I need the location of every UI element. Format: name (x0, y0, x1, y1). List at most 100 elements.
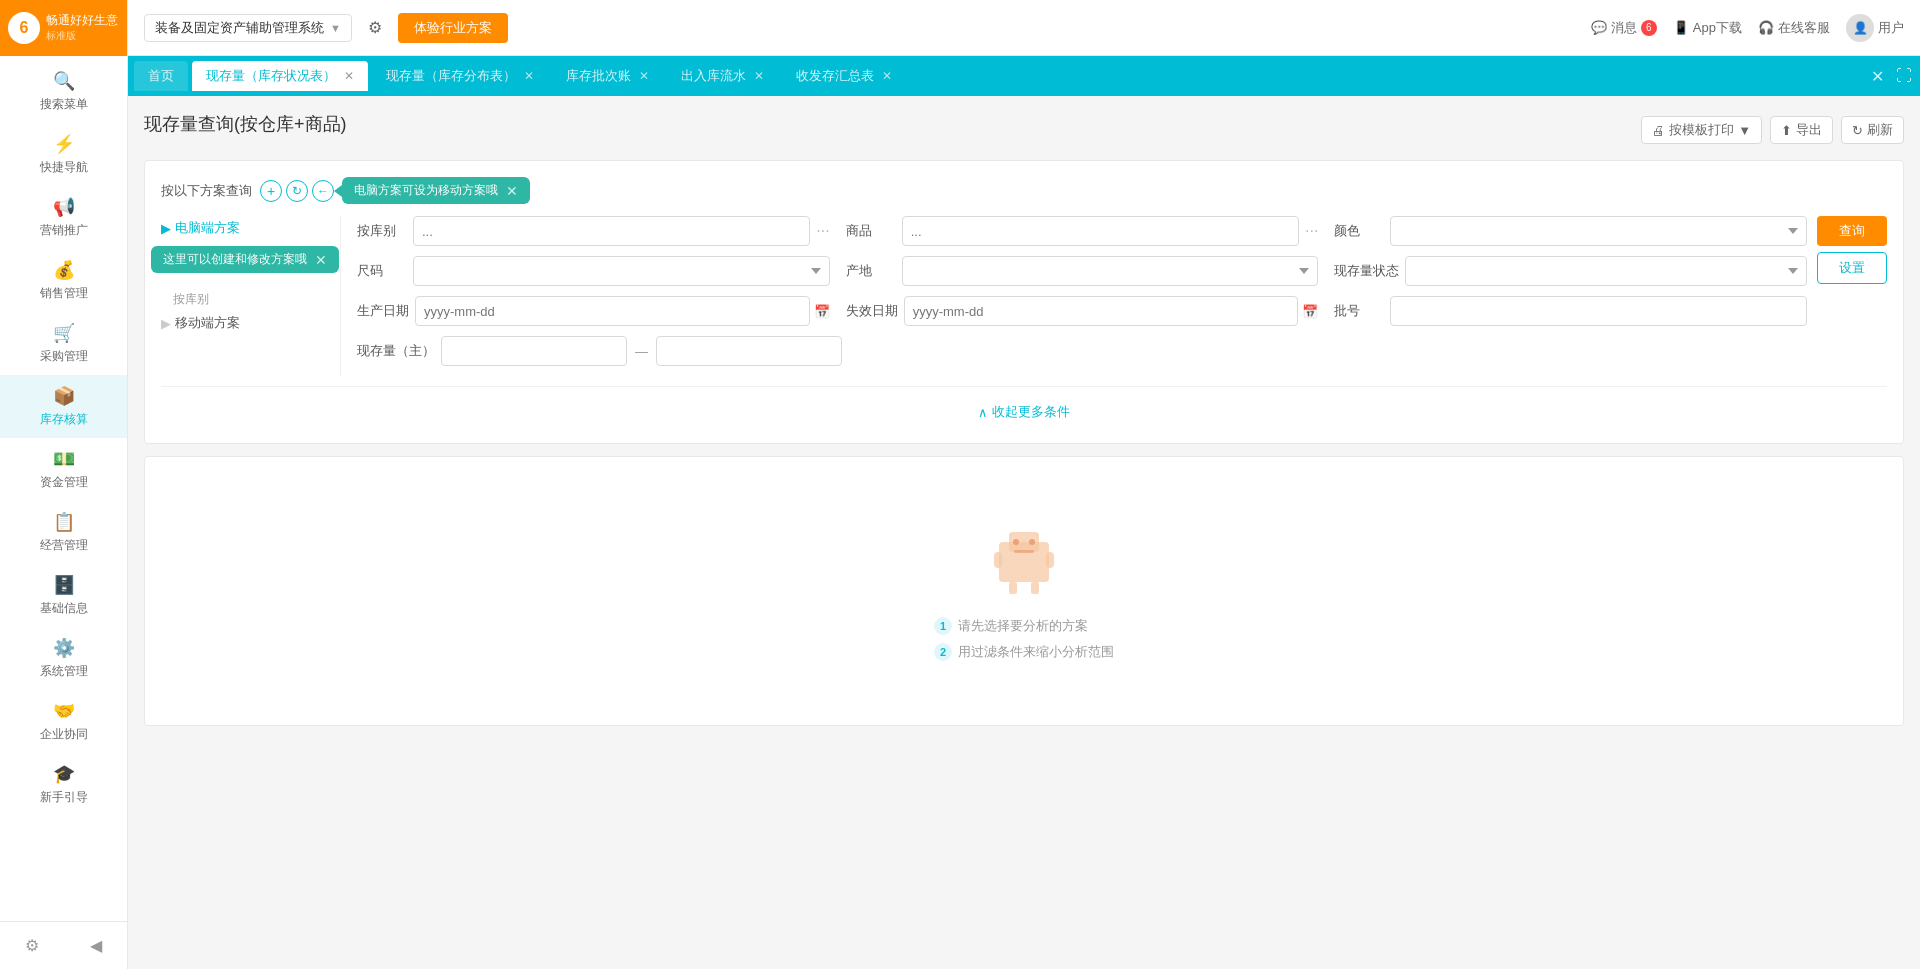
sidebar-item-finance[interactable]: 💵 资金管理 (0, 438, 127, 501)
export-btn[interactable]: ⬆ 导出 (1770, 116, 1833, 144)
sidebar-item-sales[interactable]: 💰 销售管理 (0, 249, 127, 312)
tab-close-icon[interactable]: ✕ (524, 69, 534, 83)
prod-date-input[interactable] (415, 296, 810, 326)
query-button[interactable]: 查询 (1817, 216, 1887, 246)
tree-node-pc-scheme[interactable]: ▶ 电脑端方案 (161, 216, 328, 240)
collapse-btn[interactable]: ∧ 收起更多条件 (161, 397, 1887, 427)
sidebar-item-label: 采购管理 (40, 348, 88, 365)
tab-home-label: 首页 (148, 67, 174, 85)
tab-maximize-btn[interactable]: ⛶ (1892, 63, 1916, 89)
sidebar-item-search-menu[interactable]: 🔍 搜索菜单 (0, 60, 127, 123)
tab-inout-flow[interactable]: 出入库流水 ✕ (667, 61, 778, 91)
tab-close-icon[interactable]: ✕ (639, 69, 649, 83)
sidebar-item-inventory[interactable]: 📦 库存核算 (0, 375, 127, 438)
refresh-btn[interactable]: ↻ 刷新 (1841, 116, 1904, 144)
template-print-btn[interactable]: 🖨 按模板打印 ▼ (1641, 116, 1762, 144)
sidebar-item-label: 销售管理 (40, 285, 88, 302)
filter-row-2: 尺码 产地 现存量状态 (357, 256, 1807, 286)
tab-inventory-status[interactable]: 现存量（库存状况表） ✕ (192, 61, 368, 91)
size-select[interactable] (413, 256, 830, 286)
sidebar-item-cooperation[interactable]: 🤝 企业协同 (0, 690, 127, 753)
sidebar-item-quick-nav[interactable]: ⚡ 快捷导航 (0, 123, 127, 186)
app-download-icon: 📱 (1673, 20, 1689, 35)
size-label: 尺码 (357, 262, 407, 280)
goods-dots-btn[interactable]: ··· (1305, 222, 1318, 240)
tab-close-icon[interactable]: ✕ (882, 69, 892, 83)
refresh-scheme-btn[interactable]: ↻ (286, 180, 308, 202)
operations-icon: 📋 (53, 511, 75, 533)
collapse-label: 收起更多条件 (992, 403, 1070, 421)
tooltip2-close-btn[interactable]: ✕ (315, 252, 327, 268)
warehouse-dots-btn[interactable]: ··· (816, 222, 829, 240)
warehouse-input[interactable] (413, 216, 810, 246)
tab-receive-summary[interactable]: 收发存汇总表 ✕ (782, 61, 906, 91)
tooltip1-text: 电脑方案可设为移动方案哦 (354, 182, 498, 199)
user-avatar-btn[interactable]: 👤 用户 (1846, 14, 1904, 42)
goods-input[interactable] (902, 216, 1299, 246)
sidebar-item-basic-info[interactable]: 🗄️ 基础信息 (0, 564, 127, 627)
filter-batch: 批号 (1334, 296, 1807, 326)
svg-rect-6 (1046, 552, 1054, 568)
range-dash: — (635, 344, 648, 359)
tip-num-1: 1 (934, 617, 952, 635)
prod-date-calendar-icon[interactable]: 📅 (814, 304, 830, 319)
filter-stock-status: 现存量状态 (1334, 256, 1807, 286)
tab-inout-flow-label: 出入库流水 (681, 67, 746, 85)
notification-label: 消息 (1611, 19, 1637, 37)
expiry-date-input-group: 📅 (904, 296, 1319, 326)
tab-home[interactable]: 首页 (134, 61, 188, 91)
tree-node-mobile-label: 移动端方案 (175, 314, 240, 332)
svg-rect-8 (1031, 582, 1039, 594)
batch-input[interactable] (1390, 296, 1807, 326)
tab-inventory-dist[interactable]: 现存量（库存分布表） ✕ (372, 61, 548, 91)
finance-icon: 💵 (53, 448, 75, 470)
tooltip1-close-btn[interactable]: ✕ (506, 183, 518, 199)
system-selector[interactable]: 装备及固定资产辅助管理系统 ▼ (144, 14, 352, 42)
top-header: 装备及固定资产辅助管理系统 ▼ ⚙ 体验行业方案 💬 消息 6 📱 App下载 … (128, 0, 1920, 56)
filter-stock-main: 现存量（主） — (357, 336, 842, 366)
empty-state-icon (984, 517, 1064, 597)
expiry-date-calendar-icon[interactable]: 📅 (1302, 304, 1318, 319)
app-download-label: App下载 (1693, 19, 1742, 37)
sidebar-item-guide[interactable]: 🎓 新手引导 (0, 753, 127, 816)
tab-batch-ledger[interactable]: 库存批次账 ✕ (552, 61, 663, 91)
empty-tips: 1 请先选择要分析的方案 2 用过滤条件来缩小分析范围 (934, 613, 1114, 665)
sidebar: 6 畅通好好生意 标准版 🔍 搜索菜单 ⚡ 快捷导航 📢 营销推广 💰 销售管理… (0, 0, 128, 969)
tree-node-warehouse[interactable]: 按库别 (161, 288, 328, 311)
sidebar-item-label: 基础信息 (40, 600, 88, 617)
add-scheme-btn[interactable]: + (260, 180, 282, 202)
app-download-btn[interactable]: 📱 App下载 (1673, 19, 1742, 37)
sidebar-item-system[interactable]: ⚙️ 系统管理 (0, 627, 127, 690)
system-name: 装备及固定资产辅助管理系统 (155, 19, 324, 37)
reset-button[interactable]: 设置 (1817, 252, 1887, 284)
tab-receive-summary-label: 收发存汇总表 (796, 67, 874, 85)
system-icon: ⚙️ (53, 637, 75, 659)
color-select[interactable] (1390, 216, 1807, 246)
notification-btn[interactable]: 💬 消息 6 (1591, 19, 1657, 37)
divider (161, 386, 1887, 387)
origin-select[interactable] (902, 256, 1319, 286)
tree-node-mobile-scheme[interactable]: ▶ 移动端方案 (161, 311, 328, 335)
sidebar-item-operations[interactable]: 📋 经营管理 (0, 501, 127, 564)
tab-close-icon[interactable]: ✕ (754, 69, 764, 83)
tree-section-warehouse: 按库别 (161, 288, 328, 311)
tab-close-icon[interactable]: ✕ (344, 69, 354, 83)
stock-max-input[interactable] (656, 336, 842, 366)
trial-button[interactable]: 体验行业方案 (398, 13, 508, 43)
filter-color: 颜色 (1334, 216, 1807, 246)
stock-status-select[interactable] (1405, 256, 1807, 286)
sidebar-collapse-btn[interactable]: ◀ (82, 932, 110, 959)
svg-point-2 (1013, 539, 1019, 545)
stock-min-input[interactable] (441, 336, 627, 366)
sidebar-settings-btn[interactable]: ⚙ (17, 932, 47, 959)
sidebar-item-purchase[interactable]: 🛒 采购管理 (0, 312, 127, 375)
empty-tip-1: 1 请先选择要分析的方案 (934, 613, 1114, 639)
page-title: 现存量查询(按仓库+商品) (144, 112, 347, 136)
expiry-date-input[interactable] (904, 296, 1299, 326)
sidebar-item-marketing[interactable]: 📢 营销推广 (0, 186, 127, 249)
tab-close-all-btn[interactable]: ✕ (1867, 63, 1888, 90)
settings-gear-icon[interactable]: ⚙ (364, 14, 386, 41)
back-scheme-btn[interactable]: ← (312, 180, 334, 202)
online-support-btn[interactable]: 🎧 在线客服 (1758, 19, 1830, 37)
scheme-tooltip1: 电脑方案可设为移动方案哦 ✕ (342, 177, 530, 204)
